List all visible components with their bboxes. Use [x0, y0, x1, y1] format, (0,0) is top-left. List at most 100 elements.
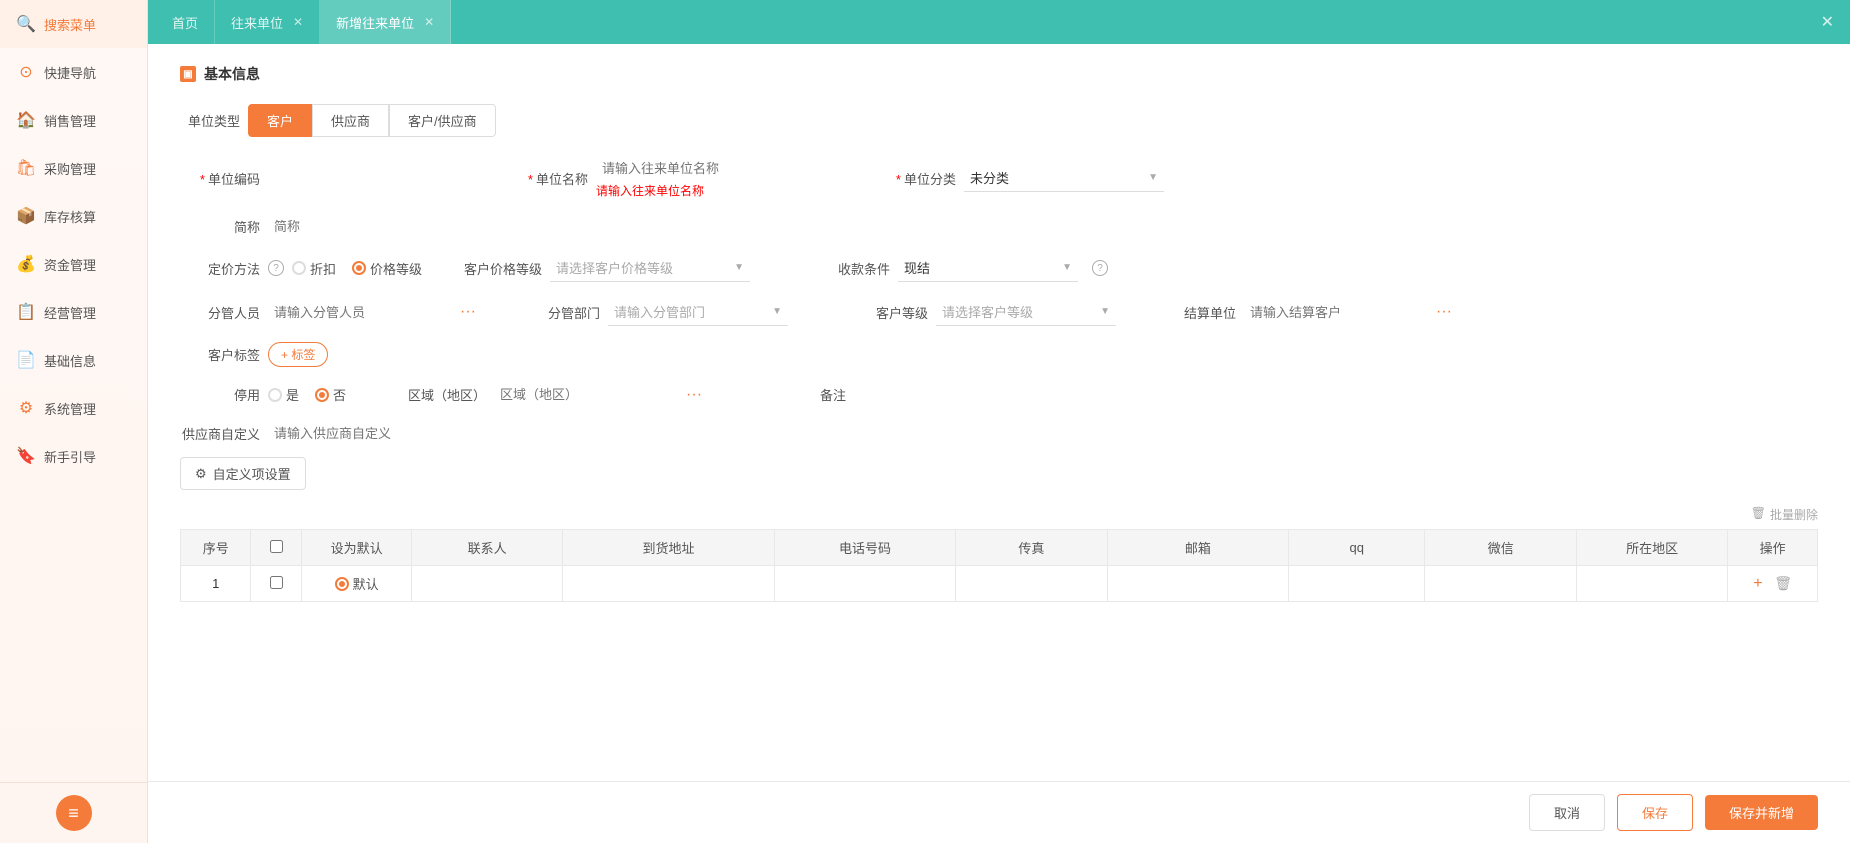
- section-header: ▣ 基本信息: [180, 64, 1818, 84]
- manager-input[interactable]: [268, 301, 448, 324]
- row-default-radio[interactable]: 默认: [312, 574, 400, 593]
- sidebar-item-purchase[interactable]: 🛍 采购管理: [0, 144, 147, 192]
- tab-contact-list[interactable]: 往来单位 ✕: [215, 0, 320, 44]
- payment-terms-help-icon[interactable]: ?: [1092, 260, 1108, 276]
- sidebar-item-basic-info[interactable]: 📄 基础信息: [0, 336, 147, 384]
- row-region-cell: [1576, 566, 1727, 602]
- sidebar-item-sales[interactable]: 🏠 销售管理: [0, 96, 147, 144]
- supplier-custom-row: 供应商自定义: [180, 422, 1818, 445]
- customer-price-select[interactable]: 请选择客户价格等级 ▼: [550, 254, 750, 282]
- add-row-button[interactable]: +: [1753, 575, 1762, 592]
- disable-radio-group: 是 否: [268, 385, 346, 404]
- tab-home[interactable]: 首页: [156, 0, 215, 44]
- unit-name-label: 单位名称: [508, 169, 588, 188]
- customer-level-select[interactable]: 请选择客户等级 ▼: [936, 298, 1116, 326]
- save-new-button[interactable]: 保存并新增: [1705, 795, 1818, 830]
- region-input[interactable]: [494, 383, 674, 406]
- trash-icon: 🗑: [1751, 506, 1766, 523]
- row-email-input[interactable]: [1148, 576, 1248, 591]
- dept-field: 分管部门 请输入分管部门 ▼: [520, 298, 788, 326]
- disable-no-radio[interactable]: 否: [315, 385, 346, 404]
- unit-name-error: 请输入往来单位名称: [596, 182, 816, 199]
- batch-delete-area: 🗑 批量删除: [180, 506, 1818, 523]
- settings-gear-icon: ⚙: [195, 466, 207, 482]
- manager-dots-btn[interactable]: ···: [456, 303, 480, 321]
- add-tag-button[interactable]: + 标签: [268, 342, 328, 367]
- type-btn-customer[interactable]: 客户: [248, 104, 312, 137]
- guide-icon: 🔖: [16, 446, 36, 466]
- abbr-row: 简称: [180, 215, 1818, 238]
- main-area: 首页 往来单位 ✕ 新增往来单位 ✕ ✕ ▣ 基本信息 单位类型 客户 供应商 …: [148, 0, 1850, 843]
- sidebar-item-quick-nav[interactable]: ⊙ 快捷导航: [0, 48, 147, 96]
- col-fax: 传真: [956, 530, 1107, 566]
- section-icon: ▣: [180, 66, 196, 82]
- pricing-level-radio[interactable]: 价格等级: [352, 259, 422, 278]
- supplier-custom-label: 供应商自定义: [180, 424, 260, 443]
- col-phone: 电话号码: [774, 530, 955, 566]
- batch-delete-btn[interactable]: 批量删除: [1770, 506, 1818, 523]
- row-check-cell: [251, 566, 302, 602]
- sidebar-item-finance[interactable]: 💰 资金管理: [0, 240, 147, 288]
- col-region: 所在地区: [1576, 530, 1727, 566]
- save-button[interactable]: 保存: [1617, 794, 1693, 831]
- row-wechat-input[interactable]: [1461, 576, 1541, 591]
- settlement-dots-btn[interactable]: ···: [1432, 303, 1456, 321]
- sidebar-item-inventory[interactable]: 📦 库存核算: [0, 192, 147, 240]
- abbr-input[interactable]: [268, 215, 468, 238]
- search-icon: 🔍: [16, 14, 36, 34]
- unit-code-input[interactable]: 000009: [268, 167, 468, 190]
- customer-price-chevron: ▼: [734, 262, 744, 273]
- type-btn-both[interactable]: 客户/供应商: [389, 104, 496, 137]
- row-region-input[interactable]: [1612, 576, 1692, 591]
- system-icon: ⚙: [16, 398, 36, 418]
- manager-field: 分管人员 ···: [180, 301, 480, 324]
- operations-icon: 📋: [16, 302, 36, 322]
- unit-category-select[interactable]: 未分类 ▼: [964, 164, 1164, 192]
- unit-name-input[interactable]: [596, 157, 816, 180]
- tab-contact-list-close[interactable]: ✕: [293, 15, 303, 29]
- unit-type-field: 单位类型 客户 供应商 客户/供应商: [180, 104, 1818, 137]
- abbr-label: 简称: [180, 217, 260, 236]
- settlement-input[interactable]: [1244, 301, 1424, 324]
- tab-new-contact[interactable]: 新增往来单位 ✕: [320, 0, 451, 44]
- row-checkbox[interactable]: [270, 576, 283, 589]
- manager-label: 分管人员: [180, 303, 260, 322]
- payment-terms-select[interactable]: 现结 ▼: [898, 254, 1078, 282]
- sidebar-item-operations[interactable]: 📋 经营管理: [0, 288, 147, 336]
- disable-yes-circle: [268, 388, 282, 402]
- row-contact-input[interactable]: [447, 576, 527, 591]
- payment-terms-label: 收款条件: [810, 259, 890, 278]
- row-phone-input[interactable]: [815, 576, 915, 591]
- dept-select[interactable]: 请输入分管部门 ▼: [608, 298, 788, 326]
- remark-label: 备注: [766, 385, 846, 404]
- settlement-field: 结算单位 ···: [1156, 301, 1456, 324]
- supplier-custom-input[interactable]: [268, 422, 488, 445]
- pricing-discount-radio[interactable]: 折扣: [292, 259, 336, 278]
- remark-input[interactable]: [854, 383, 1154, 406]
- sales-icon: 🏠: [16, 110, 36, 130]
- select-all-checkbox[interactable]: [270, 540, 283, 553]
- row-contact-cell: [411, 566, 562, 602]
- unit-type-row: 单位类型 客户 供应商 客户/供应商: [180, 104, 1818, 137]
- sidebar-item-guide[interactable]: 🔖 新手引导: [0, 432, 147, 480]
- home-icon: ⊙: [16, 62, 36, 82]
- tabbar-close-all[interactable]: ✕: [1821, 12, 1834, 32]
- row-fax-input[interactable]: [991, 576, 1071, 591]
- tab-new-contact-close[interactable]: ✕: [424, 15, 434, 29]
- row-qq-cell: [1289, 566, 1425, 602]
- custom-settings-button[interactable]: ⚙ 自定义项设置: [180, 457, 306, 490]
- cancel-button[interactable]: 取消: [1529, 794, 1605, 831]
- unit-category-chevron: ▼: [1148, 172, 1158, 183]
- disable-yes-radio[interactable]: 是: [268, 385, 299, 404]
- row-address-input[interactable]: [609, 576, 729, 591]
- col-email: 邮箱: [1107, 530, 1288, 566]
- pricing-help-icon[interactable]: ?: [268, 260, 284, 276]
- sidebar-item-search[interactable]: 🔍 搜索菜单: [0, 0, 147, 48]
- sidebar-expand-btn[interactable]: ≡: [56, 795, 92, 831]
- region-dots-btn[interactable]: ···: [682, 386, 706, 404]
- sidebar-item-system[interactable]: ⚙ 系统管理: [0, 384, 147, 432]
- type-btn-supplier[interactable]: 供应商: [312, 104, 389, 137]
- del-row-button[interactable]: 🗑: [1774, 575, 1792, 591]
- sidebar: 🔍 搜索菜单 ⊙ 快捷导航 🏠 销售管理 🛍 采购管理 📦 库存核算 💰 资金管…: [0, 0, 148, 843]
- row-qq-input[interactable]: [1322, 576, 1392, 591]
